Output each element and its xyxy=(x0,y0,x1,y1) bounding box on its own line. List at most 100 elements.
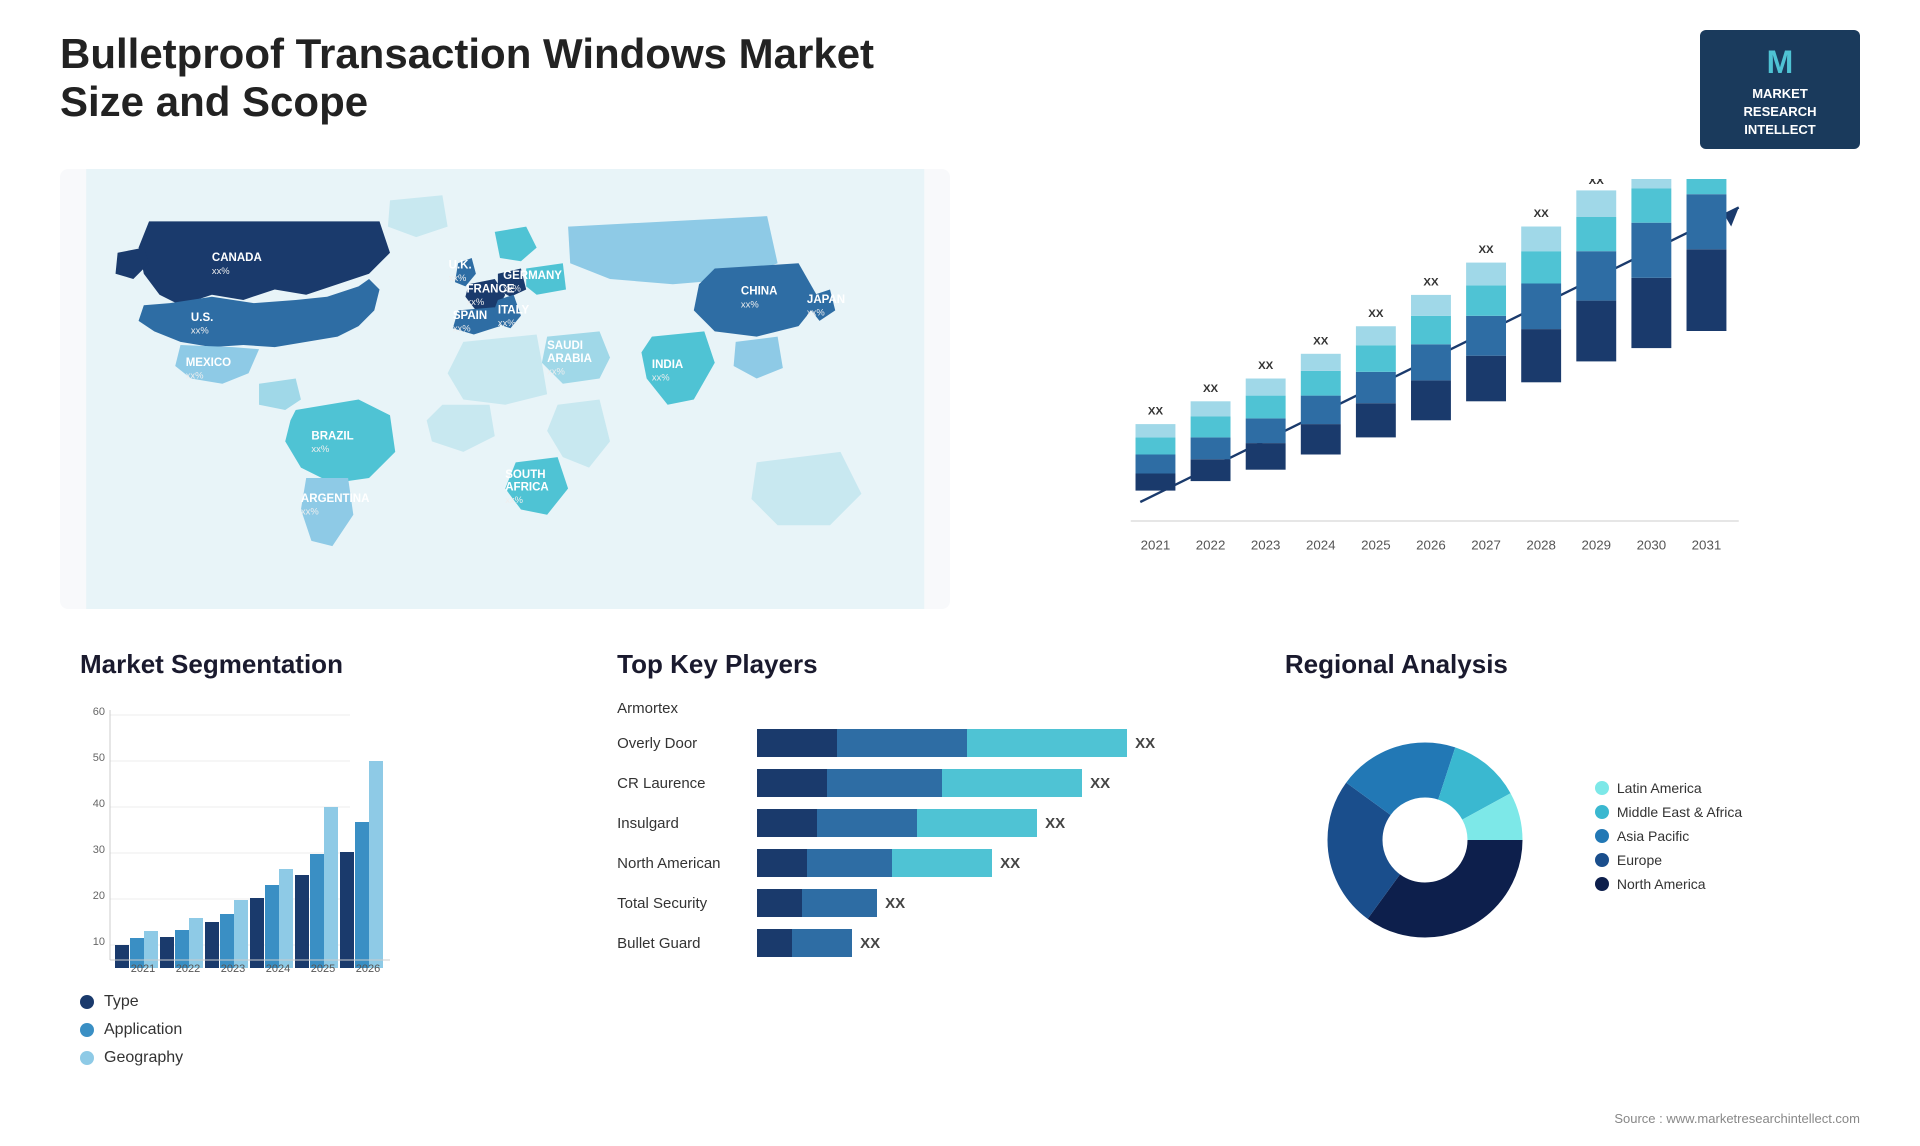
donut-wrap: Latin America Middle East & Africa Asia … xyxy=(1285,700,1840,980)
key-players-section: Top Key Players Armortex Overly Door XX xyxy=(587,639,1235,1099)
legend-asia-pacific: Asia Pacific xyxy=(1595,828,1742,844)
bottom-section: Market Segmentation 60 50 40 30 20 10 xyxy=(60,639,1860,1099)
svg-text:xx%: xx% xyxy=(505,495,523,506)
legend-north-america-label: North America xyxy=(1617,876,1706,892)
svg-text:2024: 2024 xyxy=(1306,538,1336,553)
legend-latin-america-label: Latin America xyxy=(1617,780,1702,796)
svg-text:40: 40 xyxy=(93,798,105,810)
player-xx-insulgard: XX xyxy=(1045,815,1065,832)
segmentation-chart: 60 50 40 30 20 10 2021 xyxy=(80,700,480,980)
legend-application-label: Application xyxy=(104,1021,182,1039)
player-name-total-security: Total Security xyxy=(617,895,757,912)
segmentation-section: Market Segmentation 60 50 40 30 20 10 xyxy=(60,639,557,1099)
player-xx-north-american: XX xyxy=(1000,855,1020,872)
legend-type: Type xyxy=(80,993,537,1011)
logo-line2: RESEARCH xyxy=(1744,104,1817,119)
player-xx-cr: XX xyxy=(1090,775,1110,792)
legend-middle-east: Middle East & Africa xyxy=(1595,804,1742,820)
regional-section: Regional Analysis xyxy=(1265,639,1860,1099)
svg-text:xx%: xx% xyxy=(498,318,516,329)
player-name-north-american: North American xyxy=(617,855,757,872)
saudi-label: SAUDI xyxy=(547,341,583,353)
player-cr-laurence: CR Laurence XX xyxy=(617,769,1205,797)
legend-europe-label: Europe xyxy=(1617,852,1662,868)
svg-text:10: 10 xyxy=(93,936,105,948)
svg-text:XX: XX xyxy=(1148,406,1164,418)
asia-pacific-dot xyxy=(1595,829,1609,843)
svg-text:xx%: xx% xyxy=(186,370,204,381)
player-north-american: North American XX xyxy=(617,849,1205,877)
regional-title: Regional Analysis xyxy=(1285,649,1840,680)
source-text: Source : www.marketresearchintellect.com xyxy=(1614,1111,1860,1126)
type-dot xyxy=(80,995,94,1009)
japan-label: JAPAN xyxy=(807,294,845,306)
logo-area: M MARKET RESEARCH INTELLECT xyxy=(1700,30,1860,149)
svg-text:2031: 2031 xyxy=(1692,538,1722,553)
north-america-dot xyxy=(1595,877,1609,891)
mexico-label: MEXICO xyxy=(186,357,231,369)
application-dot xyxy=(80,1023,94,1037)
header: Bulletproof Transaction Windows Market S… xyxy=(60,30,1860,149)
geography-dot xyxy=(80,1051,94,1065)
legend-asia-pacific-label: Asia Pacific xyxy=(1617,828,1689,844)
svg-text:2023: 2023 xyxy=(221,963,245,975)
legend-north-america: North America xyxy=(1595,876,1742,892)
player-insulgard: Insulgard XX xyxy=(617,809,1205,837)
svg-text:50: 50 xyxy=(93,752,105,764)
svg-text:20: 20 xyxy=(93,890,105,902)
svg-text:2026: 2026 xyxy=(356,963,380,975)
svg-text:XX: XX xyxy=(1314,336,1330,348)
map-container: CANADA xx% U.S. xx% MEXICO xx% BRAZIL xx… xyxy=(60,169,950,609)
argentina-label: ARGENTINA xyxy=(301,494,370,506)
svg-text:xx%: xx% xyxy=(741,299,759,310)
legend-europe: Europe xyxy=(1595,852,1742,868)
svg-text:2021: 2021 xyxy=(131,963,155,975)
page-title: Bulletproof Transaction Windows Market S… xyxy=(60,30,960,126)
svg-text:60: 60 xyxy=(93,706,105,718)
player-name-cr: CR Laurence xyxy=(617,775,757,792)
legend-latin-america: Latin America xyxy=(1595,780,1742,796)
south-africa-label: SOUTH xyxy=(505,469,545,481)
player-name-overly: Overly Door xyxy=(617,735,757,752)
svg-text:xx%: xx% xyxy=(652,372,670,383)
svg-text:XX: XX xyxy=(1534,208,1550,220)
page: Bulletproof Transaction Windows Market S… xyxy=(0,0,1920,1146)
svg-text:AFRICA: AFRICA xyxy=(505,482,549,494)
svg-text:XX: XX xyxy=(1259,360,1275,372)
svg-text:xx%: xx% xyxy=(301,506,319,517)
world-map: CANADA xx% U.S. xx% MEXICO xx% BRAZIL xx… xyxy=(60,169,950,609)
svg-text:2022: 2022 xyxy=(1196,538,1226,553)
svg-text:xx%: xx% xyxy=(807,307,825,318)
player-overly-door: Overly Door XX xyxy=(617,729,1205,757)
latin-america-dot xyxy=(1595,781,1609,795)
svg-text:XX: XX xyxy=(1369,308,1385,320)
player-bullet-guard: Bullet Guard XX xyxy=(617,929,1205,957)
europe-dot xyxy=(1595,853,1609,867)
player-name-insulgard: Insulgard xyxy=(617,815,757,832)
svg-text:2023: 2023 xyxy=(1251,538,1281,553)
logo-line1: MARKET xyxy=(1752,86,1808,101)
svg-text:2025: 2025 xyxy=(311,963,335,975)
logo-line3: INTELLECT xyxy=(1744,122,1816,137)
north-africa-shape xyxy=(448,335,548,405)
svg-text:XX: XX xyxy=(1424,277,1440,289)
segmentation-legend: Type Application Geography xyxy=(80,993,537,1067)
legend-middle-east-label: Middle East & Africa xyxy=(1617,804,1742,820)
segmentation-title: Market Segmentation xyxy=(80,649,537,680)
us-label: U.S. xyxy=(191,312,213,324)
player-xx-total-security: XX xyxy=(885,895,905,912)
svg-text:xx%: xx% xyxy=(449,272,467,283)
donut-chart xyxy=(1285,700,1565,980)
svg-text:XX: XX xyxy=(1479,244,1495,256)
svg-text:xx%: xx% xyxy=(191,325,209,336)
legend-geography-label: Geography xyxy=(104,1049,183,1067)
canada-label: CANADA xyxy=(212,253,263,265)
svg-text:xx%: xx% xyxy=(466,297,484,308)
donut-center xyxy=(1383,798,1467,882)
svg-text:xx%: xx% xyxy=(547,366,565,377)
svg-text:2028: 2028 xyxy=(1527,538,1557,553)
player-armortex: Armortex xyxy=(617,700,1205,717)
legend-type-label: Type xyxy=(104,993,139,1011)
legend-geography: Geography xyxy=(80,1049,537,1067)
svg-text:2027: 2027 xyxy=(1472,538,1502,553)
